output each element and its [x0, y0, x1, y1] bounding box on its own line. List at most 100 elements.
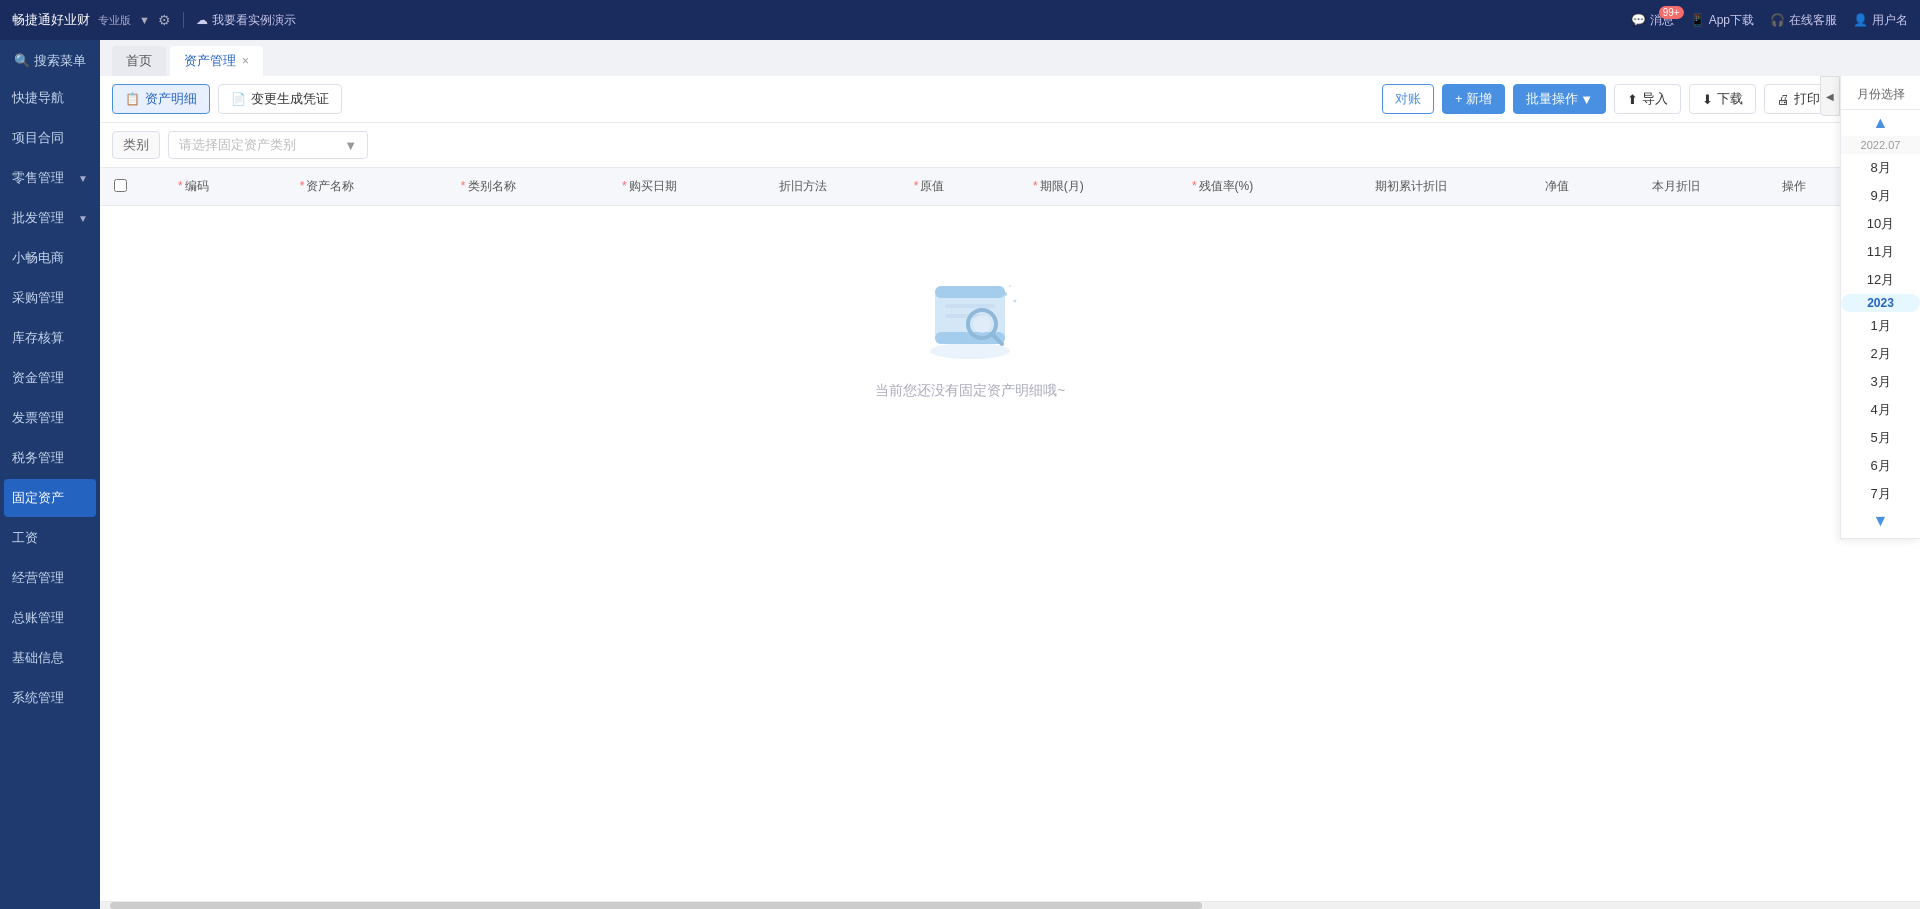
- app-download-button[interactable]: 📱 App下载: [1690, 12, 1754, 29]
- company-dropdown[interactable]: ▼: [139, 14, 150, 26]
- basic-label: 基础信息: [12, 649, 64, 667]
- search-menu-button[interactable]: 🔍 搜索菜单: [0, 44, 100, 78]
- import-icon: ⬆: [1627, 92, 1638, 107]
- wholesale-label: 批发管理: [12, 209, 64, 227]
- retail-arrow: ▼: [78, 173, 88, 184]
- month-9[interactable]: 9月: [1841, 182, 1920, 210]
- sidebar-item-ecommerce[interactable]: 小畅电商: [4, 239, 96, 277]
- online-service-button[interactable]: 🎧 在线客服: [1770, 12, 1837, 29]
- sidebar-item-finance[interactable]: 资金管理: [4, 359, 96, 397]
- month-panel-collapse[interactable]: ◀: [1820, 76, 1840, 116]
- month-up-nav[interactable]: ▲: [1869, 110, 1893, 136]
- sidebar-item-ledger[interactable]: 总账管理: [4, 599, 96, 637]
- filter-row: 类别 请选择固定资产类别 ▼: [100, 123, 1920, 168]
- print-label: 打印: [1794, 90, 1820, 108]
- settings-icon[interactable]: ⚙: [158, 12, 171, 28]
- quick-nav-label: 快捷导航: [12, 89, 64, 107]
- search-menu-label: 搜索菜单: [34, 53, 86, 68]
- main-area: 首页 资产管理 × 📋 资产明细 📄 变更生成凭证: [100, 40, 1920, 909]
- month-3[interactable]: 3月: [1841, 368, 1920, 396]
- add-new-label: + 新增: [1455, 90, 1492, 108]
- year-2023-label: 2023: [1841, 294, 1920, 312]
- col-monthly-depreciation: 本月折旧: [1603, 168, 1749, 206]
- change-voucher-label: 变更生成凭证: [251, 90, 329, 108]
- svg-point-11: [1009, 285, 1011, 287]
- sidebar-item-fixed-assets[interactable]: 固定资产: [4, 479, 96, 517]
- sidebar-item-tax[interactable]: 税务管理: [4, 439, 96, 477]
- add-new-button[interactable]: + 新增: [1442, 84, 1505, 114]
- headset-icon: 🎧: [1770, 13, 1785, 27]
- month-6[interactable]: 6月: [1841, 452, 1920, 480]
- sidebar-item-purchase[interactable]: 采购管理: [4, 279, 96, 317]
- svg-point-9: [1003, 292, 1007, 296]
- app-download-label: App下载: [1709, 12, 1754, 29]
- asset-detail-label: 资产明细: [145, 90, 197, 108]
- batch-operations-label: 批量操作: [1526, 90, 1578, 108]
- message-button[interactable]: 💬 消息 99+: [1631, 12, 1674, 29]
- table-wrap: *编码 *资产名称 *类别名称 *购买日期 折旧方法 *原值 *期限(月) *残…: [100, 168, 1920, 901]
- col-purchase-date: *购买日期: [569, 168, 730, 206]
- month-2[interactable]: 2月: [1841, 340, 1920, 368]
- svg-point-0: [930, 343, 1010, 359]
- sub-tab-change-voucher[interactable]: 📄 变更生成凭证: [218, 84, 342, 114]
- svg-rect-2: [935, 286, 1005, 298]
- tab-home[interactable]: 首页: [112, 46, 166, 76]
- import-button[interactable]: ⬆ 导入: [1614, 84, 1681, 114]
- user-profile-button[interactable]: 👤 用户名: [1853, 12, 1908, 29]
- batch-operations-button[interactable]: 批量操作 ▼: [1513, 84, 1606, 114]
- scrollbar-thumb[interactable]: [110, 902, 1202, 909]
- month-11[interactable]: 11月: [1841, 238, 1920, 266]
- month-4[interactable]: 4月: [1841, 396, 1920, 424]
- month-8[interactable]: 8月: [1841, 154, 1920, 182]
- month-12[interactable]: 12月: [1841, 266, 1920, 294]
- collapse-arrow: ◀: [1826, 91, 1834, 102]
- col-residual-rate: *残值率(%): [1134, 168, 1310, 206]
- purchase-label: 采购管理: [12, 289, 64, 307]
- month-panel: 月份选择 ▲ 2022.07 8月 9月 10月 11月 12月 2023 1月…: [1840, 76, 1920, 539]
- month-10[interactable]: 10月: [1841, 210, 1920, 238]
- month-1[interactable]: 1月: [1841, 312, 1920, 340]
- svg-point-10: [1014, 300, 1017, 303]
- category-select[interactable]: 请选择固定资产类别 ▼: [168, 131, 368, 159]
- svg-point-7: [973, 315, 991, 333]
- sidebar-item-system[interactable]: 系统管理: [4, 679, 96, 717]
- sidebar-item-inventory[interactable]: 库存核算: [4, 319, 96, 357]
- tab-close-icon[interactable]: ×: [242, 54, 249, 68]
- list-icon: 📋: [125, 92, 140, 106]
- select-all-checkbox[interactable]: [114, 179, 127, 192]
- tab-asset-management[interactable]: 资产管理 ×: [170, 46, 263, 76]
- sidebar-item-project[interactable]: 项目合同: [4, 119, 96, 157]
- month-7[interactable]: 7月: [1841, 480, 1920, 508]
- sub-tab-asset-detail[interactable]: 📋 资产明细: [112, 84, 210, 114]
- edition-label: 专业版: [98, 13, 131, 28]
- download-button[interactable]: ⬇ 下载: [1689, 84, 1756, 114]
- reconcile-button[interactable]: 对账: [1382, 84, 1434, 114]
- empty-text: 当前您还没有固定资产明细哦~: [875, 382, 1065, 400]
- batch-arrow-icon: ▼: [1580, 92, 1593, 107]
- sidebar-item-management[interactable]: 经营管理: [4, 559, 96, 597]
- month-5[interactable]: 5月: [1841, 424, 1920, 452]
- horizontal-scrollbar[interactable]: [100, 901, 1920, 909]
- invoice-label: 发票管理: [12, 409, 64, 427]
- user-icon: 👤: [1853, 13, 1868, 27]
- category-placeholder: 请选择固定资产类别: [179, 136, 296, 154]
- retail-label: 零售管理: [12, 169, 64, 187]
- month-down-nav[interactable]: ▼: [1869, 508, 1893, 534]
- finance-label: 资金管理: [12, 369, 64, 387]
- download-icon: ⬇: [1702, 92, 1713, 107]
- sidebar-item-retail[interactable]: 零售管理 ▼: [4, 159, 96, 197]
- tab-asset-label: 资产管理: [184, 52, 236, 70]
- cloud-icon: ☁: [196, 13, 208, 27]
- col-operation: 操作: [1749, 168, 1840, 206]
- svg-rect-4: [945, 304, 995, 308]
- sidebar-item-quick-nav[interactable]: 快捷导航: [4, 79, 96, 117]
- app-icon: 📱: [1690, 13, 1705, 27]
- sidebar-item-wholesale[interactable]: 批发管理 ▼: [4, 199, 96, 237]
- sidebar-item-basic[interactable]: 基础信息: [4, 639, 96, 677]
- sidebar-item-salary[interactable]: 工资: [4, 519, 96, 557]
- top-bar-right: 💬 消息 99+ 📱 App下载 🎧 在线客服 👤 用户名: [1631, 12, 1908, 29]
- sidebar-item-invoice[interactable]: 发票管理: [4, 399, 96, 437]
- company-name: 畅捷通好业财: [12, 11, 90, 29]
- app-body: 🔍 搜索菜单 快捷导航 项目合同 零售管理 ▼ 批发管理 ▼ 小畅电商 采购管理…: [0, 40, 1920, 909]
- demo-link[interactable]: ☁ 我要看实例演示: [196, 12, 296, 29]
